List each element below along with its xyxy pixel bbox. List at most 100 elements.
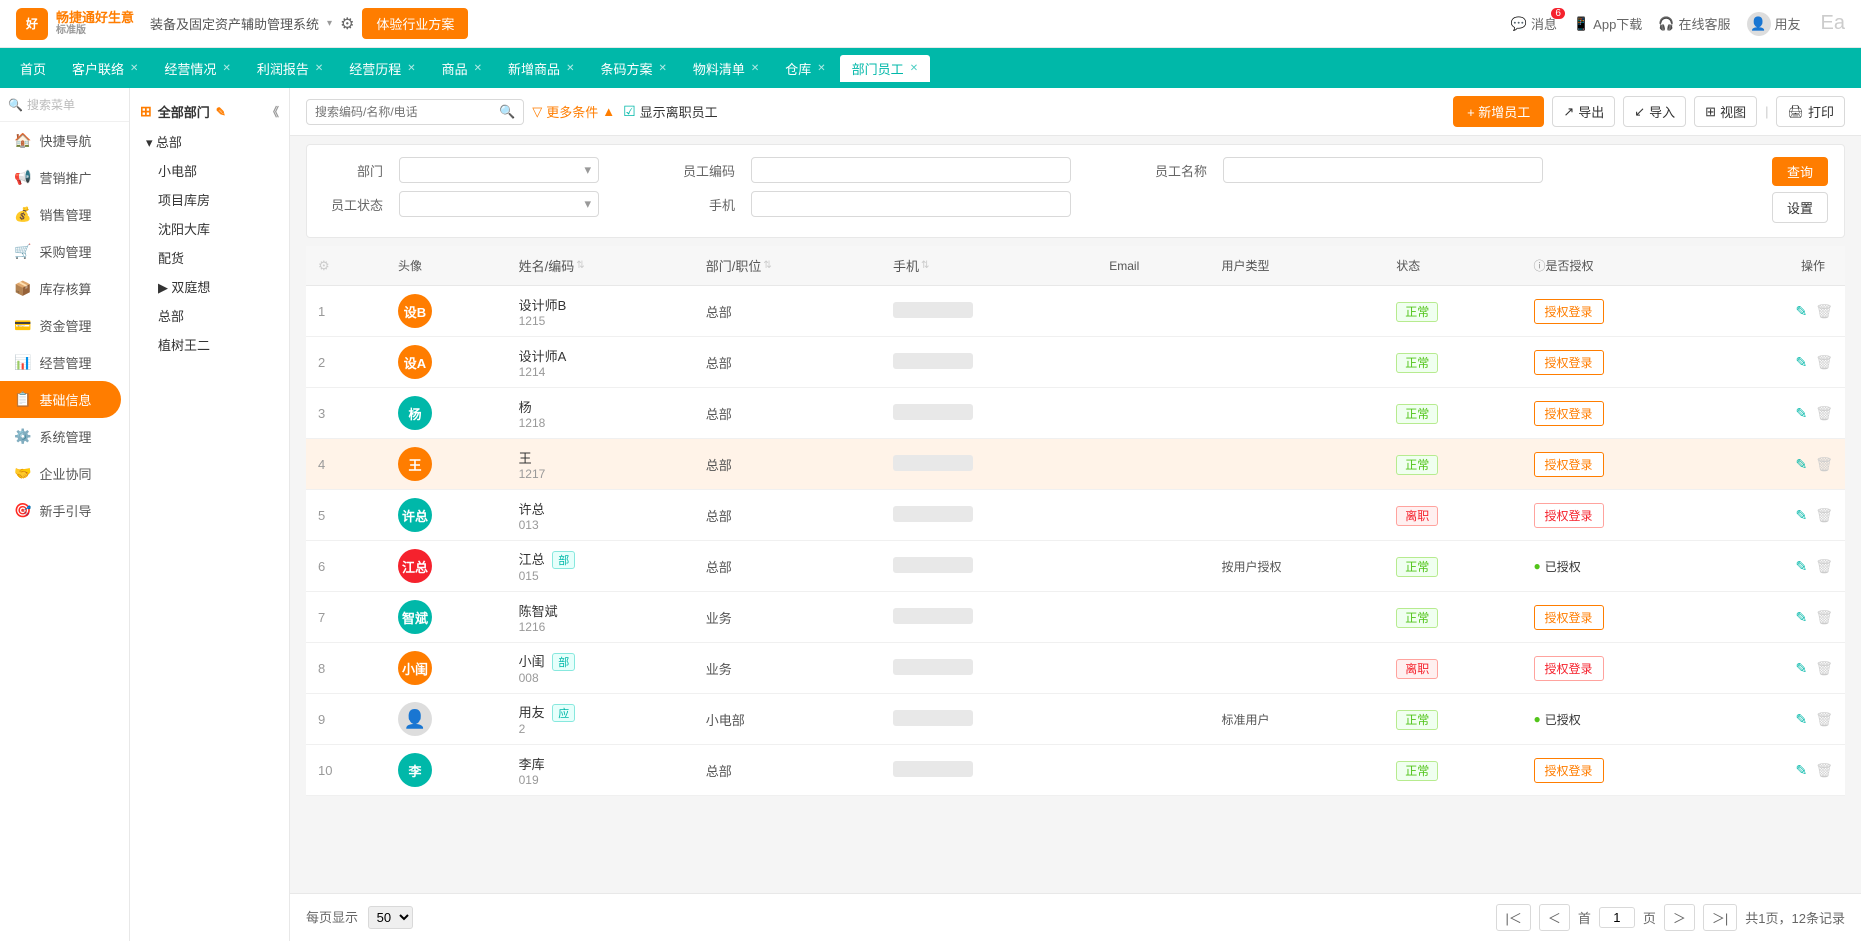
app-download-button[interactable]: 📱 App下载 (1573, 14, 1642, 33)
tab-bom-close[interactable]: ✕ (751, 63, 759, 74)
dept-edit-icon[interactable]: ✎ (216, 105, 226, 119)
sidebar-item-basic[interactable]: 📋 基础信息 (0, 381, 121, 418)
delete-button[interactable]: 🗑 (1815, 507, 1833, 524)
sidebar-item-purchase[interactable]: 🛒 采购管理 (0, 233, 129, 270)
tab-home[interactable]: 首页 (8, 55, 58, 82)
reset-button[interactable]: 设置 (1772, 192, 1828, 223)
auth-button[interactable]: 授权登录 (1534, 452, 1604, 477)
sidebar-item-marketing[interactable]: 📢 营销推广 (0, 159, 129, 196)
tab-barcode-close[interactable]: ✕ (658, 63, 666, 74)
tab-customer[interactable]: 客户联络 ✕ (60, 55, 150, 82)
edit-button[interactable]: ✎ (1795, 609, 1807, 626)
auth-button[interactable]: 授权登录 (1534, 758, 1604, 783)
delete-button[interactable]: 🗑 (1815, 609, 1833, 626)
next-page-button[interactable]: ＞ (1664, 904, 1695, 931)
edit-button[interactable]: ✎ (1795, 660, 1807, 677)
tab-profit-close[interactable]: ✕ (315, 63, 323, 74)
sort-name[interactable]: 姓名/编码 ⇅ (519, 256, 585, 275)
settings-icon[interactable]: ⚙ (340, 14, 354, 34)
add-employee-button[interactable]: + 新增员工 (1453, 96, 1544, 127)
sidebar-item-inventory[interactable]: 📦 库存核算 (0, 270, 129, 307)
tree-node-peihuo[interactable]: 配货 (130, 243, 289, 272)
sidebar-item-finance[interactable]: 💳 资金管理 (0, 307, 129, 344)
tab-operation[interactable]: 经营情况 ✕ (152, 55, 242, 82)
tab-employees[interactable]: 部门员工 ✕ (840, 55, 930, 82)
sidebar-item-guide[interactable]: 🎯 新手引导 (0, 492, 129, 529)
sort-phone[interactable]: 手机 ⇅ (893, 256, 929, 275)
sidebar-item-collab[interactable]: 🤝 企业协同 (0, 455, 129, 492)
prev-page-button[interactable]: ＜ (1539, 904, 1570, 931)
tab-new-goods[interactable]: 新增商品 ✕ (496, 55, 586, 82)
search-box[interactable]: 🔍 (306, 99, 524, 125)
tree-node-shuangting[interactable]: ▶ 双庭想 (130, 272, 289, 301)
edit-button[interactable]: ✎ (1795, 558, 1807, 575)
auth-button[interactable]: 授权登录 (1534, 401, 1604, 426)
phone-input[interactable] (751, 191, 1071, 217)
auth-button[interactable]: 授权登录 (1534, 299, 1604, 324)
delete-button[interactable]: 🗑 (1815, 711, 1833, 728)
sidebar-item-system[interactable]: ⚙️ 系统管理 (0, 418, 129, 455)
tree-node-zhishu[interactable]: 植树王二 (130, 330, 289, 359)
auth-button-resigned[interactable]: 授权登录 (1534, 503, 1604, 528)
delete-button[interactable]: 🗑 (1815, 354, 1833, 371)
tree-node-root[interactable]: ▾ 总部 (130, 127, 289, 156)
tab-warehouse-close[interactable]: ✕ (817, 63, 825, 74)
search-input[interactable] (315, 105, 495, 119)
sidebar-item-business[interactable]: 📊 经营管理 (0, 344, 129, 381)
tree-node-project[interactable]: 项目库房 (130, 185, 289, 214)
page-number-input[interactable]: 1 (1599, 907, 1635, 928)
info-icon[interactable]: ⓘ (1534, 259, 1546, 273)
per-page-select[interactable]: 50 (368, 906, 413, 929)
employee-name-input[interactable] (1223, 157, 1543, 183)
print-button[interactable]: 🖨 打印 (1776, 96, 1845, 127)
tab-goods-close[interactable]: ✕ (474, 63, 482, 74)
auth-button[interactable]: 授权登录 (1534, 605, 1604, 630)
tab-operation-close[interactable]: ✕ (222, 63, 230, 74)
sidebar-item-sales[interactable]: 💰 销售管理 (0, 196, 129, 233)
edit-button[interactable]: ✎ (1795, 405, 1807, 422)
tab-history[interactable]: 经营历程 ✕ (337, 55, 427, 82)
status-select[interactable] (399, 191, 599, 217)
first-page-button[interactable]: |＜ (1496, 904, 1530, 931)
last-page-button[interactable]: ＞| (1703, 904, 1737, 931)
dept-collapse-icon[interactable]: 《 (267, 103, 279, 120)
more-conditions-button[interactable]: ▽ 更多条件 ▲ (532, 102, 615, 121)
message-button[interactable]: 💬 消息 6 (1511, 14, 1557, 33)
tree-node-zongbu[interactable]: 总部 (130, 301, 289, 330)
edit-button[interactable]: ✎ (1795, 762, 1807, 779)
edit-button[interactable]: ✎ (1795, 354, 1807, 371)
tab-employees-close[interactable]: ✕ (910, 63, 918, 74)
try-plan-button[interactable]: 体验行业方案 (362, 8, 468, 39)
tab-profit[interactable]: 利润报告 ✕ (245, 55, 335, 82)
user-avatar-button[interactable]: 👤 用友 (1747, 12, 1801, 36)
view-button[interactable]: ⊞ 视图 (1694, 96, 1757, 127)
tab-warehouse[interactable]: 仓库 ✕ (773, 55, 837, 82)
tab-history-close[interactable]: ✕ (407, 63, 415, 74)
delete-button[interactable]: 🗑 (1815, 405, 1833, 422)
online-service-button[interactable]: 🎧 在线客服 (1658, 14, 1730, 33)
auth-button-resigned[interactable]: 授权登录 (1534, 656, 1604, 681)
export-button[interactable]: ↗ 导出 (1552, 96, 1615, 127)
edit-button[interactable]: ✎ (1795, 711, 1807, 728)
edit-button[interactable]: ✎ (1795, 303, 1807, 320)
tab-customer-close[interactable]: ✕ (130, 63, 138, 74)
auth-button[interactable]: 授权登录 (1534, 350, 1604, 375)
edit-button[interactable]: ✎ (1795, 507, 1807, 524)
tab-barcode[interactable]: 条码方案 ✕ (588, 55, 678, 82)
delete-button[interactable]: 🗑 (1815, 660, 1833, 677)
delete-button[interactable]: 🗑 (1815, 558, 1833, 575)
import-button[interactable]: ↙ 导入 (1623, 96, 1686, 127)
system-title-dropdown[interactable]: ▾ (327, 18, 332, 29)
sort-dept[interactable]: 部门/职位 ⇅ (706, 256, 772, 275)
employee-code-input[interactable] (751, 157, 1071, 183)
show-inactive-toggle[interactable]: ☑ 显示离职员工 (623, 102, 718, 121)
tree-node-xiaodibu[interactable]: 小电部 (130, 156, 289, 185)
dept-select[interactable] (399, 157, 599, 183)
tab-bom[interactable]: 物料清单 ✕ (681, 55, 771, 82)
sidebar-item-quicknav[interactable]: 🏠 快捷导航 (0, 122, 129, 159)
query-button[interactable]: 查询 (1772, 157, 1828, 186)
delete-button[interactable]: 🗑 (1815, 456, 1833, 473)
edit-button[interactable]: ✎ (1795, 456, 1807, 473)
delete-button[interactable]: 🗑 (1815, 762, 1833, 779)
tab-new-goods-close[interactable]: ✕ (566, 63, 574, 74)
